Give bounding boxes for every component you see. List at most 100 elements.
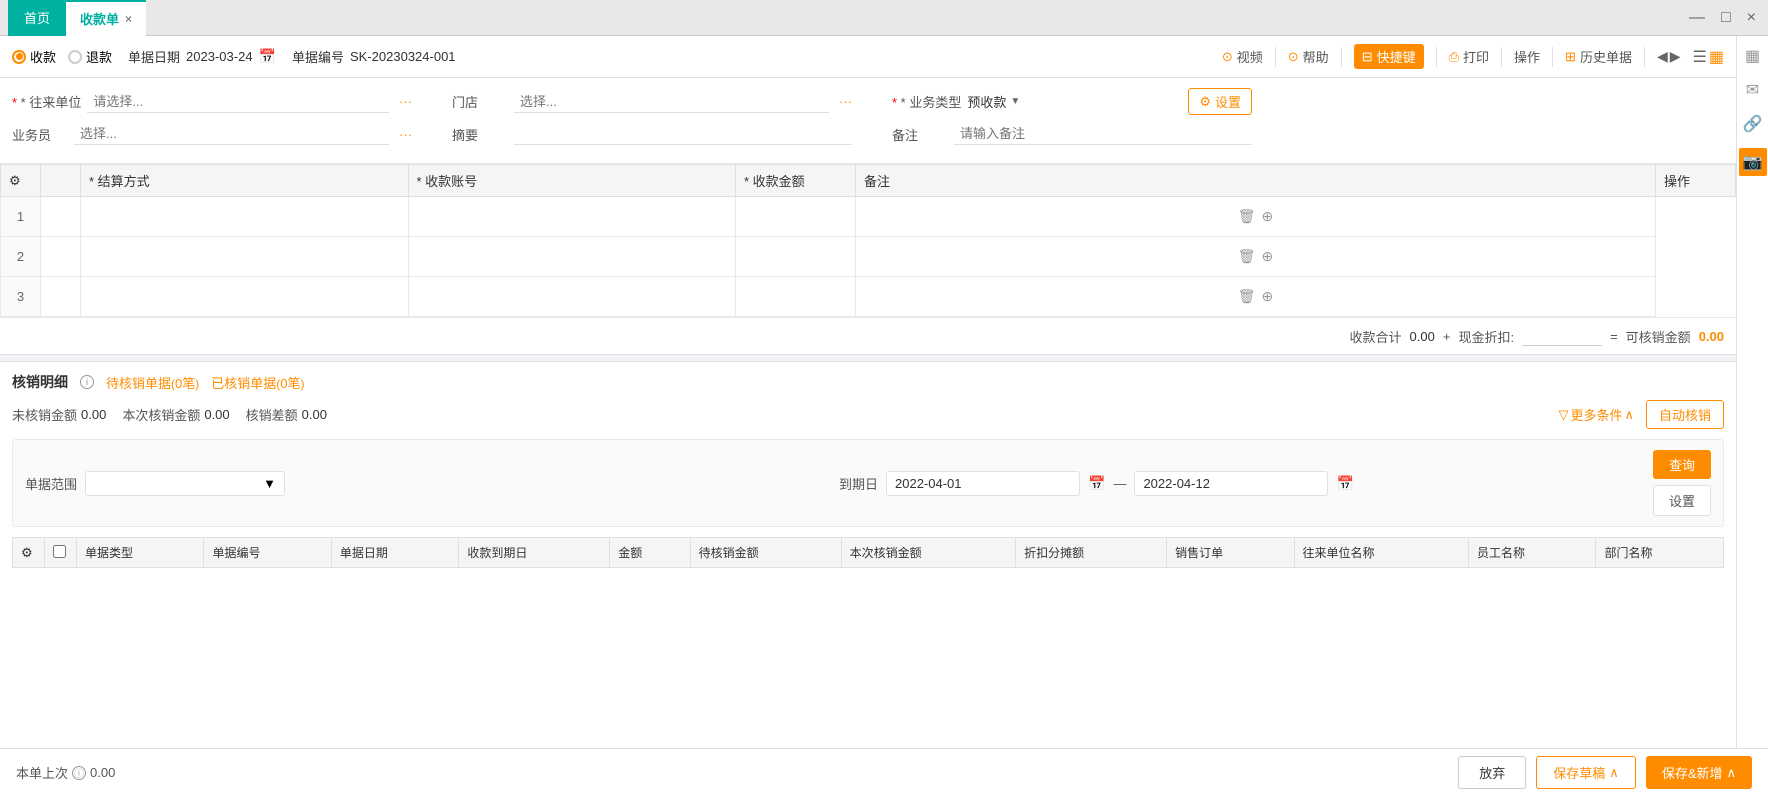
writeoff-header: 核销明细 i 待核销单据(0笔) 已核销单据(0笔): [12, 372, 1724, 392]
shortcut-label: 快捷键: [1377, 47, 1416, 66]
row-2-remark[interactable]: [736, 237, 856, 277]
footer-actions: 放弃 保存草稿 ∧ 保存&新增 ∧: [1458, 756, 1752, 789]
summary-input[interactable]: [514, 123, 852, 145]
tab-close-icon[interactable]: ×: [125, 12, 132, 26]
side-link-icon[interactable]: 🔗: [1743, 114, 1763, 134]
operation-header: 操作: [1656, 165, 1736, 197]
row-2-delete-icon[interactable]: 🗑: [1238, 248, 1256, 265]
auto-writeoff-button[interactable]: 自动核销: [1646, 400, 1724, 429]
row-1-amount[interactable]: [408, 197, 736, 237]
side-table-icon[interactable]: ▦: [1745, 46, 1760, 66]
close-btn[interactable]: ×: [1743, 9, 1760, 27]
uncancelled-label: 未核销金额: [12, 405, 77, 424]
row-3-settlement[interactable]: [41, 277, 81, 317]
remark-input[interactable]: [954, 123, 1252, 145]
from-unit-more[interactable]: ···: [399, 94, 412, 109]
row-1-copy-icon[interactable]: ⊕: [1262, 208, 1274, 225]
shop-input[interactable]: [514, 91, 829, 113]
date-from-input[interactable]: [886, 471, 1080, 496]
business-type-select[interactable]: 预收款 ▼: [967, 92, 1020, 111]
footer-info: 本单上次 ⓘ 0.00: [16, 763, 115, 782]
row-3-account[interactable]: [81, 277, 409, 317]
pending-tab-link[interactable]: 待核销单据(0笔): [106, 373, 199, 392]
writeoff-info-icon[interactable]: i: [80, 375, 94, 389]
gear-icon: ⚙: [9, 173, 21, 188]
row-1-delete-icon[interactable]: 🗑: [1238, 208, 1256, 225]
nav-arrows: ◀ ▶: [1657, 48, 1681, 65]
row-1-account[interactable]: [81, 197, 409, 237]
prev-arrow[interactable]: ◀: [1657, 48, 1668, 65]
row-2-settlement[interactable]: [41, 237, 81, 277]
maximize-btn[interactable]: □: [1717, 9, 1735, 27]
print-btn[interactable]: ⎙ 打印: [1449, 47, 1489, 66]
shortcut-btn[interactable]: ⊟ 快捷键: [1354, 44, 1424, 69]
minimize-btn[interactable]: —: [1685, 9, 1709, 27]
total-label: 收款合计: [1350, 327, 1402, 346]
unit-header: 往来单位名称: [1294, 538, 1468, 568]
video-label: 视频: [1237, 47, 1263, 66]
tab-receipt[interactable]: 收款单 ×: [66, 0, 146, 36]
row-2-amount[interactable]: [408, 237, 736, 277]
save-draft-button[interactable]: 保存草稿 ∧: [1536, 756, 1636, 789]
settings-button[interactable]: ⚙ 设置: [1188, 88, 1252, 115]
side-camera-icon[interactable]: 📷: [1739, 148, 1767, 176]
from-unit-input[interactable]: [87, 91, 389, 113]
discard-button[interactable]: 放弃: [1458, 756, 1526, 789]
sales-order-header: 销售订单: [1167, 538, 1294, 568]
completed-tab-link[interactable]: 已核销单据(0笔): [211, 373, 304, 392]
receipt-radio[interactable]: 收款: [12, 47, 56, 66]
row-3-delete-icon[interactable]: 🗑: [1238, 288, 1256, 305]
date-to-input[interactable]: [1134, 471, 1328, 496]
tab-home[interactable]: 首页: [8, 0, 66, 36]
date-from-calendar-icon[interactable]: 📅: [1088, 475, 1105, 492]
operation-btn[interactable]: 操作: [1514, 47, 1540, 66]
staff-input[interactable]: [74, 123, 389, 145]
row-3-amount[interactable]: [408, 277, 736, 317]
query-button[interactable]: 查询: [1653, 450, 1711, 479]
uncancelled-value: 0.00: [81, 407, 106, 422]
plus-symbol: +: [1443, 329, 1451, 344]
select-all-checkbox[interactable]: [53, 545, 66, 558]
search-settings-button[interactable]: 设置: [1653, 485, 1711, 516]
summary-field: 摘要: [452, 123, 852, 145]
toolbar-right-actions: ⊙ 视频 ⊙ 帮助 ⊟ 快捷键 ⎙ 打印 操作: [1222, 44, 1724, 69]
row-1-remark[interactable]: [736, 197, 856, 237]
shop-more[interactable]: ···: [839, 94, 852, 109]
row-1-settlement[interactable]: [41, 197, 81, 237]
footer-spacer: [0, 578, 1736, 638]
more-conditions-link[interactable]: ▽ 更多条件 ∧: [1558, 405, 1634, 424]
form-area: * 往来单位 ··· 门店 ··· * 业务类型 预收款 ▼ ⚙: [0, 78, 1736, 164]
side-mail-icon[interactable]: ✉: [1746, 80, 1759, 100]
order-info-icon[interactable]: ⓘ: [72, 766, 86, 780]
help-btn[interactable]: ⊙ 帮助: [1288, 47, 1329, 66]
save-draft-label: 保存草稿: [1553, 763, 1605, 782]
row-1-num: 1: [1, 197, 41, 237]
form-row-2: 业务员 ··· 摘要 备注: [12, 123, 1724, 145]
divider-4: [1501, 47, 1502, 67]
calendar-icon[interactable]: 📅: [259, 48, 276, 65]
discount-input[interactable]: [1522, 326, 1602, 346]
refund-radio[interactable]: 退款: [68, 47, 112, 66]
pending-count: 0笔: [175, 376, 195, 391]
row-2-account[interactable]: [81, 237, 409, 277]
video-btn[interactable]: ⊙ 视频: [1222, 47, 1263, 66]
grid-view-icon[interactable]: ▦: [1709, 47, 1724, 67]
date-to-calendar-icon[interactable]: 📅: [1336, 475, 1353, 492]
next-arrow[interactable]: ▶: [1670, 48, 1681, 65]
table-gear-header[interactable]: ⚙: [1, 165, 41, 197]
due-date-label: 到期日: [839, 474, 878, 493]
number-value: SK-20230324-001: [350, 49, 456, 64]
row-2-copy-icon[interactable]: ⊕: [1262, 248, 1274, 265]
save-new-button[interactable]: 保存&新增 ∧: [1646, 756, 1752, 789]
bottom-gear-header[interactable]: ⚙: [13, 538, 45, 568]
row-3-remark[interactable]: [736, 277, 856, 317]
divider-1: [1275, 47, 1276, 67]
account-header: * 收款账号: [408, 165, 736, 197]
due-date-header: 收款到期日: [459, 538, 610, 568]
staff-more[interactable]: ···: [399, 127, 412, 142]
row-3-copy-icon[interactable]: ⊕: [1262, 288, 1274, 305]
list-view-icon[interactable]: ☰: [1693, 47, 1707, 67]
history-btn[interactable]: ⊞ 历史单据: [1565, 47, 1632, 66]
bottom-check-header[interactable]: [45, 538, 77, 568]
range-select[interactable]: ▼: [85, 471, 285, 496]
